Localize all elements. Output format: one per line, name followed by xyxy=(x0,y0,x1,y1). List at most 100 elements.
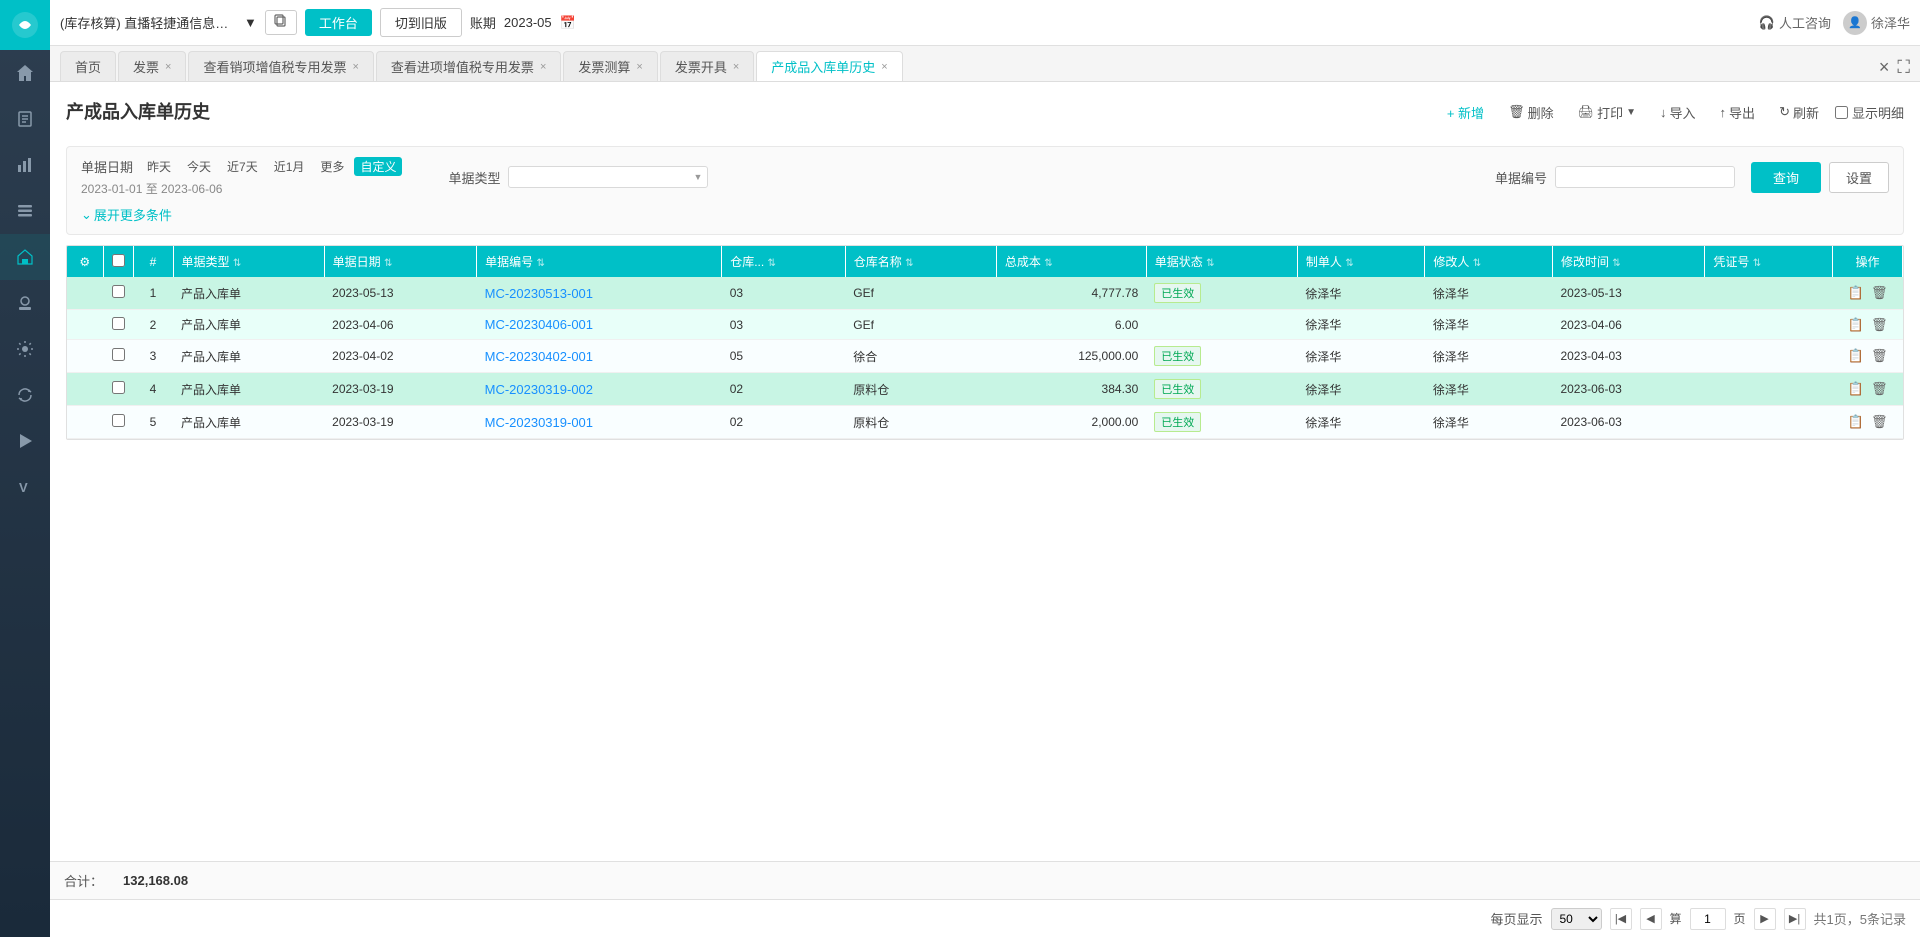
tab-expand-btn[interactable]: ⛶ xyxy=(1897,57,1910,78)
row-checkbox-4[interactable] xyxy=(103,406,133,439)
row-delete-icon-3[interactable]: 🗑 xyxy=(1871,381,1888,396)
filter-type-select[interactable]: 产品入库单 xyxy=(508,166,708,188)
query-button[interactable]: 查询 xyxy=(1751,162,1821,193)
th-modifier[interactable]: 修改人 ⇅ xyxy=(1425,246,1553,277)
shortcut-today[interactable]: 今天 xyxy=(181,157,217,176)
tab-product-inbound-close[interactable]: × xyxy=(881,61,887,73)
tab-home[interactable]: 首页 xyxy=(60,51,116,81)
th-checkbox[interactable] xyxy=(103,246,133,277)
th-settings[interactable]: ⚙ xyxy=(67,246,103,277)
sidebar-item-chart[interactable] xyxy=(0,142,50,188)
row-checkbox-0[interactable] xyxy=(103,277,133,310)
last-page-btn[interactable]: ▶| xyxy=(1784,908,1806,930)
tab-invoice[interactable]: 发票 × xyxy=(118,51,186,81)
new-button[interactable]: + 新增 xyxy=(1439,99,1492,126)
tab-invoice-issue-close[interactable]: × xyxy=(733,61,739,73)
row-edit-icon-2[interactable]: 📋 xyxy=(1847,348,1863,363)
row-edit-icon-4[interactable]: 📋 xyxy=(1847,414,1863,429)
sidebar-item-warehouse[interactable] xyxy=(0,234,50,280)
th-creator[interactable]: 制单人 ⇅ xyxy=(1297,246,1425,277)
show-detail-checkbox[interactable] xyxy=(1835,106,1848,119)
th-total-cost[interactable]: 总成本 ⇅ xyxy=(996,246,1146,277)
sidebar-item-stamp[interactable] xyxy=(0,280,50,326)
sidebar-item-v[interactable]: V xyxy=(0,464,50,510)
row-delete-icon-1[interactable]: 🗑 xyxy=(1871,317,1888,332)
tab-purchase-vat[interactable]: 查看进项增值税专用发票 × xyxy=(376,51,561,81)
sidebar-item-invoice[interactable] xyxy=(0,96,50,142)
switch-version-button[interactable]: 切到旧版 xyxy=(380,8,462,37)
shortcut-custom[interactable]: 自定义 xyxy=(354,157,402,176)
calendar-icon[interactable]: 📅 xyxy=(560,15,576,31)
row-number-1[interactable]: MC-20230406-001 xyxy=(477,310,722,340)
sidebar-item-refresh[interactable] xyxy=(0,372,50,418)
th-voucher[interactable]: 凭证号 ⇅ xyxy=(1705,246,1833,277)
th-warehouse-name[interactable]: 仓库名称 ⇅ xyxy=(845,246,996,277)
shortcut-1month[interactable]: 近1月 xyxy=(268,157,311,176)
row-edit-icon-0[interactable]: 📋 xyxy=(1847,285,1863,300)
row-number-4[interactable]: MC-20230319-001 xyxy=(477,406,722,439)
row-edit-icon-1[interactable]: 📋 xyxy=(1847,317,1863,332)
tab-invoice-calc-close[interactable]: × xyxy=(636,61,642,73)
help-button[interactable]: 🎧 人工咨询 xyxy=(1759,13,1831,32)
row-delete-icon-4[interactable]: 🗑 xyxy=(1871,414,1888,429)
company-dropdown-icon[interactable]: ▼ xyxy=(244,15,257,30)
row-checkbox-2[interactable] xyxy=(103,340,133,373)
tab-purchase-vat-close[interactable]: × xyxy=(540,61,546,73)
tab-sales-vat-close[interactable]: × xyxy=(352,61,358,73)
period-selector[interactable]: 账期 2023-05 📅 xyxy=(470,13,576,32)
tab-sales-vat[interactable]: 查看销项增值税专用发票 × xyxy=(188,51,373,81)
tab-product-inbound[interactable]: 产成品入库单历史 × xyxy=(756,51,902,81)
sidebar-item-play[interactable] xyxy=(0,418,50,464)
sidebar-item-list[interactable] xyxy=(0,188,50,234)
tab-invoice-calc[interactable]: 发票测算 × xyxy=(563,51,657,81)
th-modify-time[interactable]: 修改时间 ⇅ xyxy=(1552,246,1704,277)
th-type[interactable]: 单据类型 ⇅ xyxy=(173,246,324,277)
th-status[interactable]: 单据状态 ⇅ xyxy=(1146,246,1297,277)
row-number-link-3[interactable]: MC-20230319-002 xyxy=(485,382,593,397)
th-warehouse-code[interactable]: 仓库... ⇅ xyxy=(722,246,846,277)
row-number-2[interactable]: MC-20230402-001 xyxy=(477,340,722,373)
delete-button[interactable]: 🗑 删除 xyxy=(1500,99,1562,126)
import-button[interactable]: ↓ 导入 xyxy=(1652,99,1704,126)
company-selector[interactable]: (库存核算) 直播轻捷通信息技术股份... ▼ xyxy=(60,13,257,32)
workbench-button[interactable]: 工作台 xyxy=(305,9,372,36)
row-number-link-1[interactable]: MC-20230406-001 xyxy=(485,317,593,332)
prev-page-btn[interactable]: ◀ xyxy=(1640,908,1662,930)
show-detail-checkbox-wrap[interactable]: 显示明细 xyxy=(1835,103,1904,122)
expand-filter-btn[interactable]: ⌄ 展开更多条件 xyxy=(81,205,172,224)
sidebar-item-settings[interactable] xyxy=(0,326,50,372)
print-button[interactable]: 🖨 打印 ▼ xyxy=(1570,99,1644,126)
tab-invoice-issue[interactable]: 发票开具 × xyxy=(660,51,754,81)
user-menu[interactable]: 👤 徐泽华 xyxy=(1843,11,1910,35)
first-page-btn[interactable]: |◀ xyxy=(1610,908,1632,930)
export-button[interactable]: ↑ 导出 xyxy=(1712,99,1764,126)
row-edit-icon-3[interactable]: 📋 xyxy=(1847,381,1863,396)
row-number-0[interactable]: MC-20230513-001 xyxy=(477,277,722,310)
row-number-link-4[interactable]: MC-20230319-001 xyxy=(485,415,593,430)
page-size-select[interactable]: 20 50 100 xyxy=(1551,908,1602,930)
shortcut-yesterday[interactable]: 昨天 xyxy=(141,157,177,176)
page-number-input[interactable] xyxy=(1690,908,1726,930)
tab-close-all-btn[interactable]: × xyxy=(1879,57,1890,78)
set-button[interactable]: 设置 xyxy=(1829,162,1889,193)
copy-icon-btn[interactable] xyxy=(265,10,297,35)
shortcut-more[interactable]: 更多 xyxy=(314,157,350,176)
row-delete-icon-2[interactable]: 🗑 xyxy=(1871,348,1888,363)
print-dropdown-icon[interactable]: ▼ xyxy=(1626,107,1636,118)
shortcut-7days[interactable]: 近7天 xyxy=(221,157,264,176)
filter-type-col: 单据类型 产品入库单 xyxy=(418,166,1449,188)
filter-number-input[interactable] xyxy=(1555,166,1735,188)
next-page-btn[interactable]: ▶ xyxy=(1754,908,1776,930)
select-all-checkbox[interactable] xyxy=(112,254,125,267)
refresh-button[interactable]: ↻ 刷新 xyxy=(1771,99,1827,126)
row-number-3[interactable]: MC-20230319-002 xyxy=(477,373,722,406)
tab-invoice-close[interactable]: × xyxy=(165,61,171,73)
row-number-link-2[interactable]: MC-20230402-001 xyxy=(485,349,593,364)
row-delete-icon-0[interactable]: 🗑 xyxy=(1871,285,1888,300)
row-number-link-0[interactable]: MC-20230513-001 xyxy=(485,286,593,301)
sidebar-item-home[interactable] xyxy=(0,50,50,96)
row-checkbox-3[interactable] xyxy=(103,373,133,406)
th-number[interactable]: 单据编号 ⇅ xyxy=(477,246,722,277)
th-date[interactable]: 单据日期 ⇅ xyxy=(324,246,476,277)
row-checkbox-1[interactable] xyxy=(103,310,133,340)
